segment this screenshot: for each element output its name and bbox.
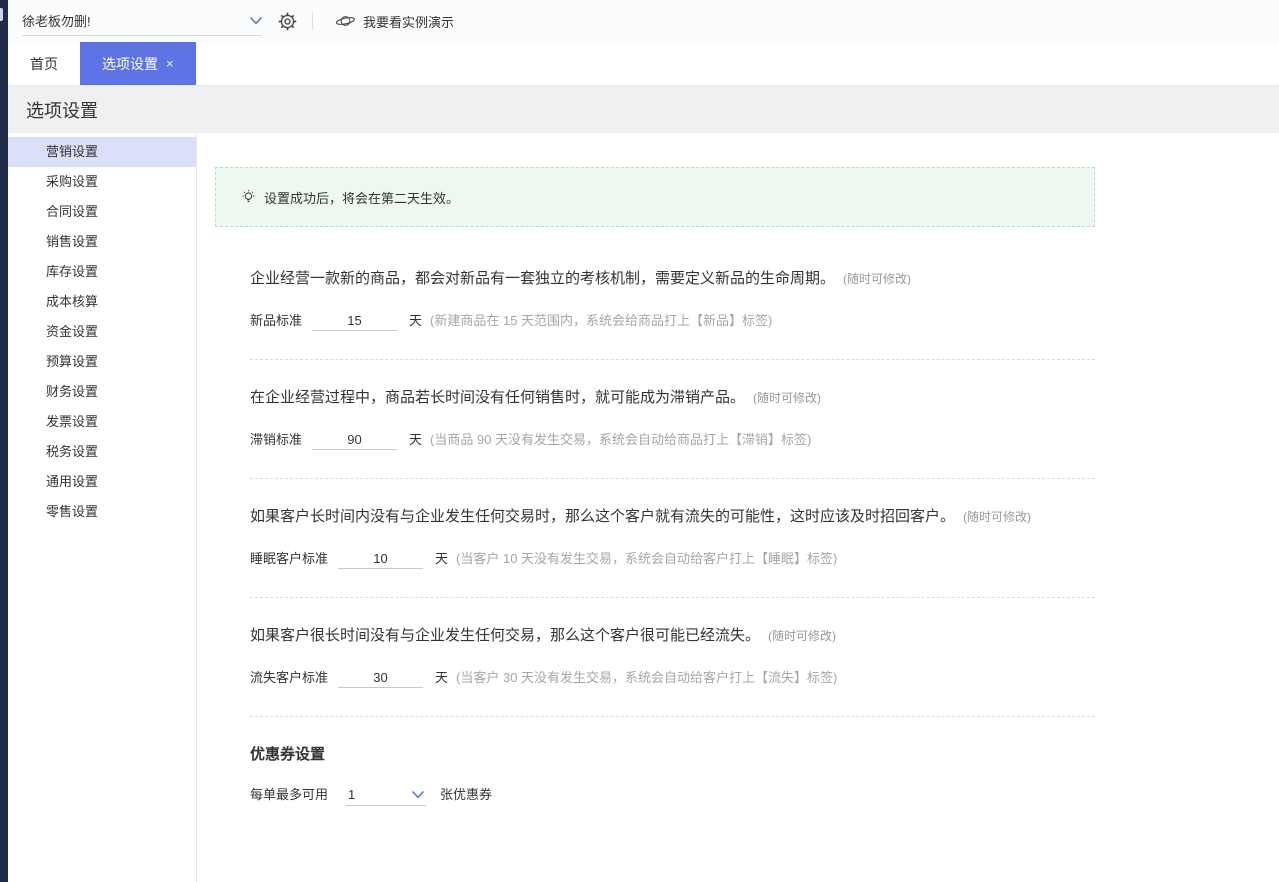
planet-icon bbox=[335, 13, 356, 29]
coupon-count-value: 1 bbox=[348, 787, 356, 802]
lightbulb-icon bbox=[241, 189, 256, 205]
section-sleeping-customer: 如果客户长时间内没有与企业发生任何交易时，那么这个客户就有流失的可能性，这时应该… bbox=[250, 505, 1095, 569]
tab-option-settings-label: 选项设置 bbox=[102, 55, 158, 72]
section-title: 在企业经营过程中，商品若长时间没有任何销售时，就可能成为滞销产品。 bbox=[250, 389, 746, 406]
field-hint: (当客户 10 天没有发生交易，系统会自动给客户打上【睡眠】标签) bbox=[456, 551, 838, 566]
sidenav-item-retail[interactable]: 零售设置 bbox=[8, 497, 196, 527]
section-divider bbox=[250, 478, 1095, 479]
unit-label: 天 bbox=[409, 432, 423, 447]
sidenav-item-sales[interactable]: 销售设置 bbox=[8, 227, 196, 257]
section-lost-customer: 如果客户很长时间没有与企业发生任何交易，那么这个客户很可能已经流失。 (随时可修改… bbox=[250, 624, 1095, 688]
section-note: (随时可修改) bbox=[843, 272, 912, 286]
sidenav-item-invoice[interactable]: 发票设置 bbox=[8, 407, 196, 437]
section-title: 如果客户长时间内没有与企业发生任何交易时，那么这个客户就有流失的可能性，这时应该… bbox=[250, 508, 956, 525]
demo-link-label: 我要看实例演示 bbox=[363, 14, 455, 30]
chevron-down-icon bbox=[412, 790, 424, 799]
sidenav-item-budget[interactable]: 预算设置 bbox=[8, 347, 196, 377]
field-label: 新品标准 bbox=[250, 313, 303, 328]
field-label: 滞销标准 bbox=[250, 432, 303, 447]
chevron-down-icon bbox=[250, 16, 262, 25]
coupon-label: 每单最多可用 bbox=[250, 787, 329, 802]
top-bar: 徐老板勿删! 我要看实例演示 bbox=[8, 0, 1279, 42]
tab-home[interactable]: 首页 bbox=[8, 42, 80, 85]
section-divider bbox=[250, 716, 1095, 717]
tab-home-label: 首页 bbox=[30, 55, 58, 72]
page-title-band: 选项设置 bbox=[8, 86, 1279, 133]
settings-button[interactable] bbox=[270, 6, 304, 36]
field-hint: (当客户 30 天没有发生交易，系统会自动给客户打上【流失】标签) bbox=[456, 670, 838, 685]
lost-customer-days-input[interactable] bbox=[338, 668, 424, 688]
collapsed-nav-rail[interactable] bbox=[0, 0, 8, 882]
sidenav-item-funds[interactable]: 资金设置 bbox=[8, 317, 196, 347]
section-title: 企业经营一款新的商品，都会对新品有一套独立的考核机制，需要定义新品的生命周期。 bbox=[250, 270, 836, 287]
unit-label: 天 bbox=[435, 670, 449, 685]
field-label: 睡眠客户标准 bbox=[250, 551, 329, 566]
field-label: 流失客户标准 bbox=[250, 670, 329, 685]
unit-label: 天 bbox=[409, 313, 423, 328]
section-note: (随时可修改) bbox=[753, 391, 822, 405]
settings-sidenav: 营销设置 采购设置 合同设置 销售设置 库存设置 成本核算 资金设置 预算设置 … bbox=[8, 133, 197, 882]
sidenav-item-marketing[interactable]: 营销设置 bbox=[8, 137, 196, 167]
main-shell: 徐老板勿删! 我要看实例演示 首页 选项设置 × 选项设置 营销设置 采购设置 … bbox=[8, 0, 1279, 882]
effective-note-banner: 设置成功后，将会在第二天生效。 bbox=[215, 167, 1095, 227]
section-note: (随时可修改) bbox=[768, 629, 837, 643]
topbar-divider bbox=[312, 12, 313, 30]
coupon-count-select[interactable]: 1 bbox=[346, 785, 427, 806]
gear-icon bbox=[278, 12, 297, 31]
sidenav-item-contract[interactable]: 合同设置 bbox=[8, 197, 196, 227]
settings-content: 设置成功后，将会在第二天生效。 企业经营一款新的商品，都会对新品有一套独立的考核… bbox=[197, 133, 1279, 882]
tab-close-icon[interactable]: × bbox=[166, 56, 174, 71]
sleeping-customer-days-input[interactable] bbox=[338, 549, 424, 569]
section-divider bbox=[250, 597, 1095, 598]
section-slow-moving: 在企业经营过程中，商品若长时间没有任何销售时，就可能成为滞销产品。 (随时可修改)… bbox=[250, 386, 1095, 450]
sidenav-item-tax[interactable]: 税务设置 bbox=[8, 437, 196, 467]
page-title: 选项设置 bbox=[26, 100, 98, 121]
section-divider bbox=[250, 359, 1095, 360]
field-hint: (当商品 90 天没有发生交易，系统会自动给商品打上【滞销】标签) bbox=[430, 432, 812, 447]
sidenav-item-general[interactable]: 通用设置 bbox=[8, 467, 196, 497]
section-note: (随时可修改) bbox=[963, 510, 1032, 524]
section-new-product: 企业经营一款新的商品，都会对新品有一套独立的考核机制，需要定义新品的生命周期。 (… bbox=[250, 267, 1095, 331]
section-title: 如果客户很长时间没有与企业发生任何交易，那么这个客户很可能已经流失。 bbox=[250, 627, 761, 644]
rail-handle bbox=[0, 8, 3, 21]
field-hint: (新建商品在 15 天范围内，系统会给商品打上【新品】标签) bbox=[430, 313, 773, 328]
account-dropdown-value: 徐老板勿删! bbox=[22, 14, 91, 29]
sidenav-item-finance[interactable]: 财务设置 bbox=[8, 377, 196, 407]
section-coupon: 优惠券设置 每单最多可用 1 张优惠券 bbox=[250, 743, 1095, 806]
new-product-days-input[interactable] bbox=[312, 311, 398, 331]
slow-moving-days-input[interactable] bbox=[312, 430, 398, 450]
sidenav-item-inventory[interactable]: 库存设置 bbox=[8, 257, 196, 287]
account-dropdown[interactable]: 徐老板勿删! bbox=[22, 6, 262, 36]
coupon-section-title: 优惠券设置 bbox=[250, 746, 326, 763]
sidenav-item-purchase[interactable]: 采购设置 bbox=[8, 167, 196, 197]
effective-note-text: 设置成功后，将会在第二天生效。 bbox=[264, 190, 460, 206]
coupon-suffix: 张优惠券 bbox=[440, 787, 493, 802]
unit-label: 天 bbox=[435, 551, 449, 566]
sidenav-item-costing[interactable]: 成本核算 bbox=[8, 287, 196, 317]
tab-option-settings[interactable]: 选项设置 × bbox=[80, 42, 196, 85]
tab-bar: 首页 选项设置 × bbox=[8, 42, 1279, 86]
app-window: 徐老板勿删! 我要看实例演示 首页 选项设置 × 选项设置 营销设置 采购设置 … bbox=[0, 0, 1279, 882]
demo-link[interactable]: 我要看实例演示 bbox=[335, 12, 454, 31]
